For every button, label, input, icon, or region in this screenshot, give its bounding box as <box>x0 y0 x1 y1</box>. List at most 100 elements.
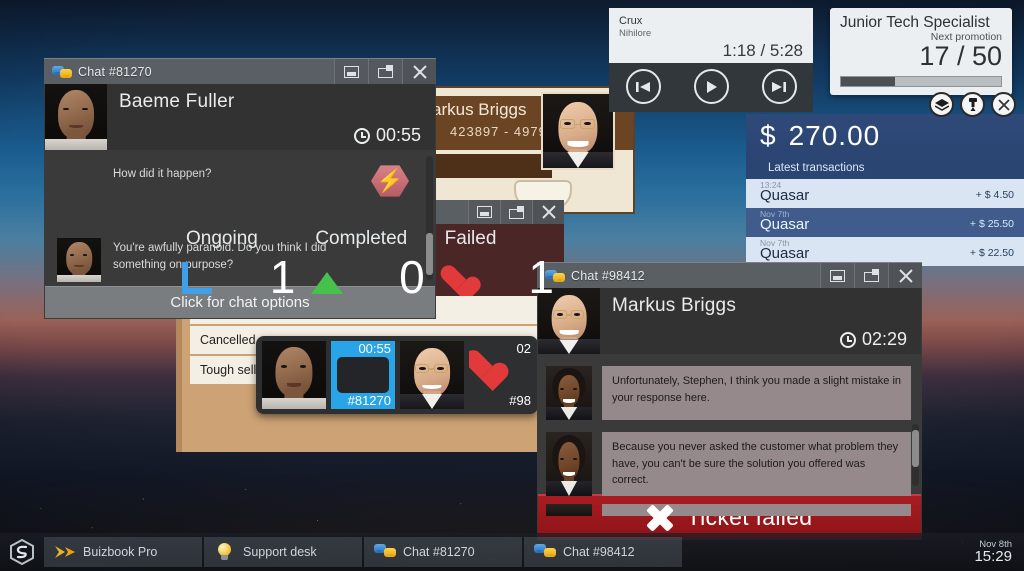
chat2-message-avatar <box>546 504 592 516</box>
chat2-message-avatar <box>546 432 592 496</box>
contact-card-body: arkus Briggs 423897 - 4979 <box>420 86 635 214</box>
transaction-name: Quasar <box>760 216 810 233</box>
list-item: Because you never asked the customer wha… <box>538 426 921 502</box>
chat2-title: Chat #98412 <box>571 268 645 283</box>
transaction-value: + $ 25.50 <box>969 218 1014 230</box>
player-info: Crux Nihilore 1:18 / 5:28 <box>609 8 813 63</box>
tile-ticket-98412[interactable]: 02 #98 <box>469 341 533 409</box>
tile-id: #81270 <box>347 393 391 408</box>
taskbar-label: Chat #98412 <box>563 545 635 559</box>
money-panel[interactable]: $270.00 Latest transactions 13:24 Quasar… <box>746 92 1024 266</box>
chat1-restore-button[interactable] <box>368 59 402 84</box>
taskbar-label: Buizbook Pro <box>83 545 158 559</box>
taskbar-clock[interactable]: Nov 8th 15:29 <box>974 539 1024 565</box>
chat2-body: Markus Briggs 02:29 Unfortunately, Steph… <box>537 288 922 540</box>
support-desk-minimize-button[interactable] <box>468 200 500 224</box>
chat1-timer-value: 00:55 <box>375 125 421 145</box>
next-track-button[interactable] <box>761 69 797 104</box>
chat2-contact-portrait <box>538 288 600 354</box>
chat2-titlebar[interactable]: Chat #98412 <box>537 262 922 288</box>
chat-icon <box>534 543 556 561</box>
stat-failed-label: Failed <box>444 228 497 249</box>
pin-button[interactable] <box>960 92 985 117</box>
stat-failed-value: 1 <box>528 251 554 296</box>
chat2-close-button[interactable] <box>888 263 922 288</box>
chat-window-81270[interactable]: Chat #81270 Baeme Fuller 00:55 How did i… <box>44 58 436 319</box>
promotion-widget[interactable]: Junior Tech Specialist Next promotion 17… <box>830 8 1012 95</box>
taskbar-item-chat-98412[interactable]: Chat #98412 <box>524 537 682 567</box>
contact-card-number: 423897 - 4979 <box>450 124 547 139</box>
previous-track-button[interactable] <box>625 69 661 104</box>
chat1-titlebar[interactable]: Chat #81270 <box>44 58 436 84</box>
bulb-icon <box>214 543 236 561</box>
taskbar-label: Chat #81270 <box>403 545 475 559</box>
support-desk-close-button[interactable] <box>532 200 564 224</box>
chat1-contact-portrait <box>45 84 107 150</box>
play-button[interactable] <box>693 69 729 104</box>
chat2-timer-value: 02:29 <box>861 329 907 349</box>
chat2-minimize-button[interactable] <box>820 263 854 288</box>
stat-ongoing-value: 1 <box>269 251 296 296</box>
latest-transactions-label: Latest transactions <box>746 156 1024 179</box>
support-desk-window[interactable]: Ongoing 1 Completed 0 Failed 1 Cancelled… <box>176 200 564 452</box>
chat2-header: Markus Briggs 02:29 <box>538 288 921 354</box>
chat2-message-avatar <box>546 366 592 420</box>
transaction-list: 13:24 Quasar + $ 4.50 Nov 7th Quasar + $… <box>746 179 1024 266</box>
contact-card-bar <box>422 154 552 178</box>
table-row[interactable]: 13:24 Quasar + $ 4.50 <box>746 179 1024 208</box>
heart-icon <box>469 351 513 395</box>
chat1-message-avatar <box>57 238 101 282</box>
bolt-glyph: ⚡ <box>376 168 404 193</box>
stat-completed-label: Completed <box>315 228 408 249</box>
ticket-tiles-bar[interactable]: 00:55 #81270 02 #98 <box>256 336 538 414</box>
chat1-title: Chat #81270 <box>78 64 152 79</box>
stat-ongoing-label: Ongoing <box>186 228 258 249</box>
chat-window-98412[interactable]: Chat #98412 Markus Briggs 02:29 Unfortun… <box>537 262 922 540</box>
currency-symbol: $ <box>760 120 777 151</box>
contact-card[interactable]: arkus Briggs 423897 - 4979 <box>420 86 635 214</box>
layers-button[interactable] <box>929 92 954 117</box>
chat1-scrollbar[interactable] <box>426 156 433 280</box>
chat2-message-1: Because you never asked the customer wha… <box>602 432 911 496</box>
chat2-contact-name: Markus Briggs <box>612 295 737 316</box>
transaction-name: Quasar <box>760 187 810 204</box>
stat-completed-value: 0 <box>399 251 425 296</box>
list-item <box>538 502 921 522</box>
table-row[interactable]: Nov 7th Quasar + $ 25.50 <box>746 208 1024 237</box>
player-song-title: Crux <box>619 15 643 27</box>
close-icon <box>647 505 673 531</box>
support-desk-restore-button[interactable] <box>500 200 532 224</box>
transaction-name: Quasar <box>760 245 810 262</box>
tile-portrait-markus[interactable] <box>400 341 464 409</box>
chat1-message-list[interactable]: How did it happen? ⚡ You're awfully para… <box>45 150 435 286</box>
chat1-close-button[interactable] <box>402 59 436 84</box>
chat2-restore-button[interactable] <box>854 263 888 288</box>
chat2-scrollbar[interactable] <box>912 424 919 486</box>
balance-amount: 270.00 <box>788 120 881 151</box>
close-button[interactable] <box>991 92 1016 117</box>
chat2-message-list[interactable]: Unfortunately, Stephen, I think you made… <box>538 354 921 516</box>
taskbar-time: 15:29 <box>974 548 1012 565</box>
tile-ticket-81270[interactable]: 00:55 #81270 <box>331 341 395 409</box>
chat2-message-0: Unfortunately, Stephen, I think you made… <box>602 366 911 420</box>
transaction-value: + $ 4.50 <box>975 189 1014 201</box>
tile-portrait-baeme[interactable] <box>262 341 326 409</box>
taskbar[interactable]: Buizbook Pro Support desk Chat #81270 Ch… <box>0 533 1024 571</box>
player-controls <box>609 63 813 112</box>
money-panel-buttons <box>929 92 1016 117</box>
chat-icon <box>374 543 396 561</box>
triangle-up-icon <box>311 272 344 294</box>
media-player-widget[interactable]: Crux Nihilore 1:18 / 5:28 <box>609 8 813 112</box>
chat1-minimize-button[interactable] <box>334 59 368 84</box>
stat-failed[interactable]: Failed 1 <box>434 224 564 296</box>
chat1-header: Baeme Fuller 00:55 <box>45 84 435 150</box>
taskbar-item-support-desk[interactable]: Support desk <box>204 537 362 567</box>
taskbar-item-buizbook[interactable]: Buizbook Pro <box>44 537 202 567</box>
list-item: Unfortunately, Stephen, I think you made… <box>538 360 921 426</box>
app-logo[interactable] <box>0 539 44 565</box>
money-balance: $270.00 <box>746 114 1024 156</box>
taskbar-item-chat-81270[interactable]: Chat #81270 <box>364 537 522 567</box>
chat1-message-0: How did it happen? <box>113 168 212 180</box>
heart-icon <box>441 266 471 294</box>
chat1-timer: 00:55 <box>353 125 421 146</box>
